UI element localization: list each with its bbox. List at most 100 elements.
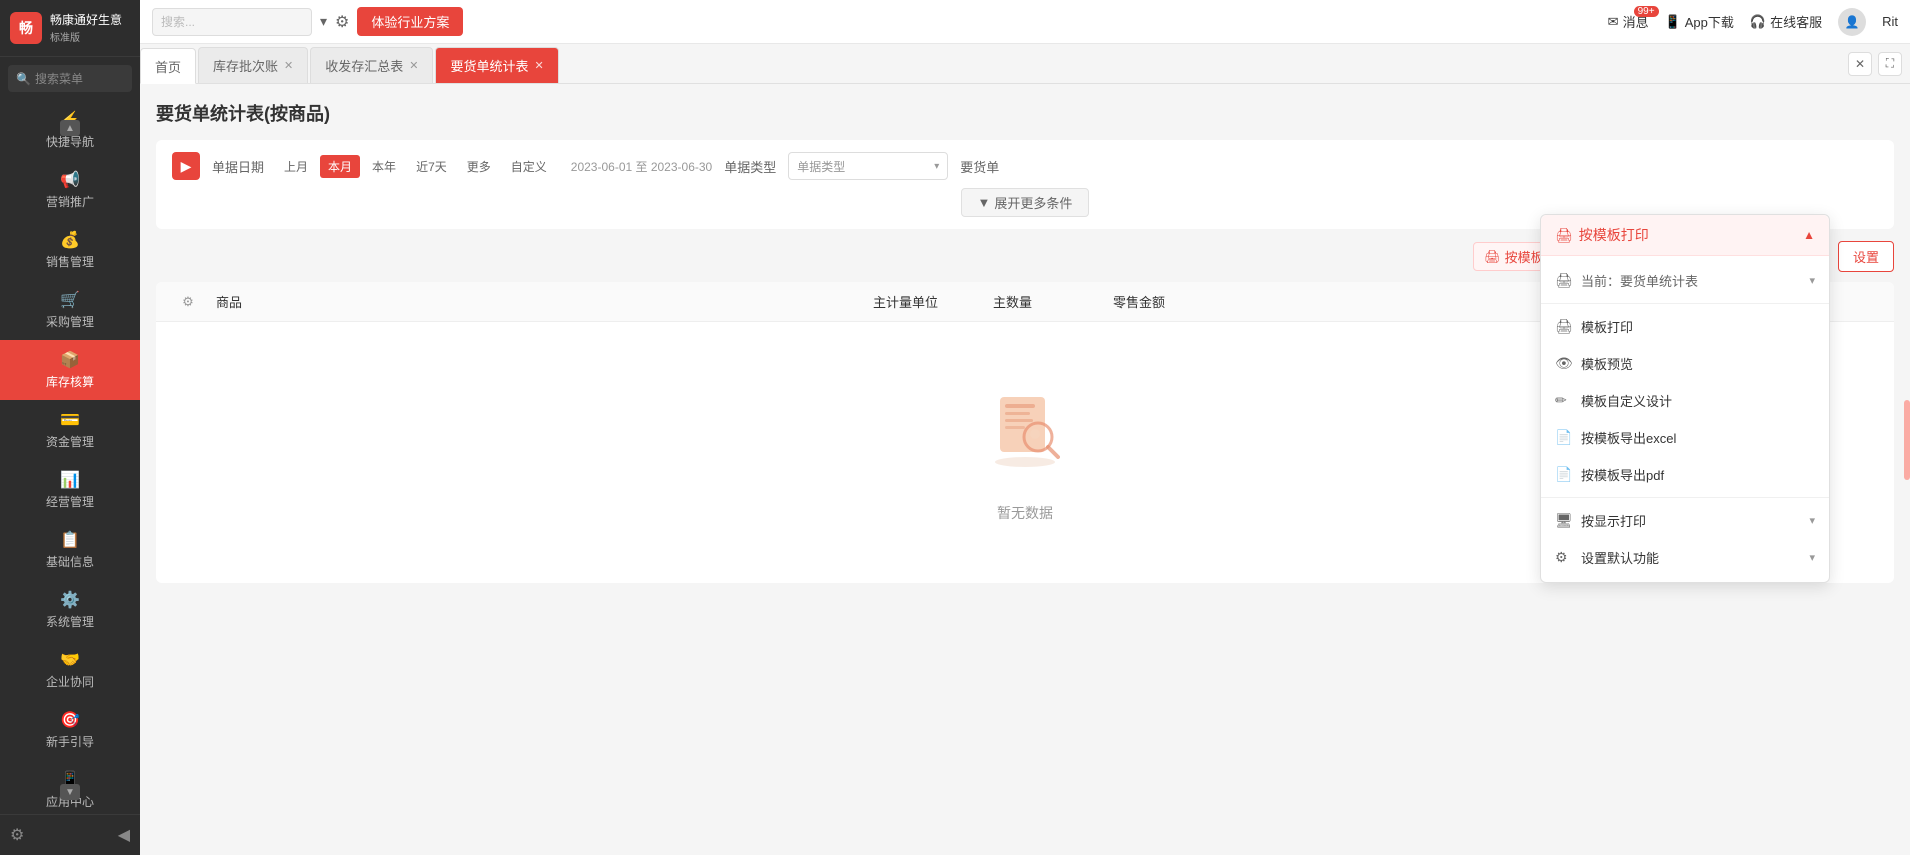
expand-more-button[interactable]: ▼ 展开更多条件 — [961, 188, 1090, 217]
table-col-quantity: 主数量 — [985, 282, 1105, 321]
type-select-arrow: ▾ — [934, 161, 939, 172]
sidebar-item-finance[interactable]: 💳 资金管理 — [0, 400, 140, 460]
scroll-indicator[interactable] — [1904, 400, 1910, 480]
app-logo-text: 畅康通好生意 标准版 — [50, 12, 122, 44]
tab-window-controls: ✕ ⛶ — [1848, 52, 1902, 76]
settings-footer-icon[interactable]: ⚙ — [10, 825, 24, 845]
operations-icon: 📊 — [60, 470, 80, 490]
display-print-item[interactable]: 🖥 按显示打印 ▾ — [1541, 502, 1829, 539]
print-current-template[interactable]: 🖨 当前：要货单统计表 ▾ — [1541, 262, 1829, 299]
date-filter-label: 单据日期 — [212, 157, 264, 176]
sidebar-logo: 畅 畅康通好生意 标准版 — [0, 0, 140, 57]
template-pdf-icon: 📄 — [1555, 466, 1573, 483]
template-design-item[interactable]: ✏ 模板自定义设计 — [1541, 382, 1829, 419]
display-print-icon: 🖥 — [1555, 512, 1573, 529]
system-icon: ⚙️ — [60, 590, 80, 610]
main-area: 搜索... ▾ ⚙ 体验行业方案 ✉ 消息 99+ 📱 App下载 🎧 在线客服… — [140, 0, 1910, 855]
topbar-gear-icon[interactable]: ⚙ — [335, 12, 349, 32]
tab-receipt-summary-close[interactable]: ✕ — [409, 59, 418, 72]
tab-batch-account[interactable]: 库存批次账 ✕ — [198, 47, 308, 83]
online-service-button[interactable]: 🎧 在线客服 — [1750, 12, 1822, 31]
finance-icon: 💳 — [60, 410, 80, 430]
sidebar-scroll-down[interactable]: ▼ — [60, 784, 80, 800]
template-print-icon: 🖨 — [1555, 318, 1573, 335]
sales-icon: 💰 — [60, 230, 80, 250]
topbar-search-box[interactable]: 搜索... — [152, 8, 312, 36]
current-template-icon: 🖨 — [1555, 272, 1573, 289]
template-print-item[interactable]: 🖨 模板打印 — [1541, 308, 1829, 345]
filter-row-2: ▼ 展开更多条件 — [172, 188, 1878, 217]
sidebar-item-basic[interactable]: 📋 基础信息 — [0, 520, 140, 580]
industry-solution-button[interactable]: 体验行业方案 — [357, 7, 463, 36]
tab-close-window-button[interactable]: ✕ — [1848, 52, 1872, 76]
tab-home[interactable]: 首页 — [140, 48, 196, 84]
default-settings-item[interactable]: ⚙ 设置默认功能 ▾ — [1541, 539, 1829, 576]
type-filter-select[interactable]: 单据类型 ▾ — [788, 152, 948, 180]
message-button[interactable]: ✉ 消息 99+ — [1608, 12, 1649, 31]
print-dropdown-panel: 🖨 按模板打印 ▲ 🖨 当前：要货单统计表 ▾ 🖨 模板打印 — [1540, 214, 1830, 583]
date-current-year-btn[interactable]: 本年 — [364, 155, 404, 178]
page-title: 要货单统计表(按商品) — [156, 100, 1894, 126]
tab-batch-account-close[interactable]: ✕ — [284, 59, 293, 72]
current-template-arrow: ▾ — [1809, 274, 1815, 287]
headset-icon: 🎧 — [1750, 14, 1766, 30]
sidebar-item-collab[interactable]: 🤝 企业协同 — [0, 640, 140, 700]
printer-icon: 🖨 — [1484, 249, 1501, 265]
empty-state-icon — [980, 382, 1070, 491]
sidebar-item-purchase[interactable]: 🛒 采购管理 — [0, 280, 140, 340]
sidebar-item-sales[interactable]: 💰 销售管理 — [0, 220, 140, 280]
template-preview-item[interactable]: 👁 模板预览 — [1541, 345, 1829, 382]
search-icon: 🔍 — [16, 72, 31, 86]
sidebar-item-guide[interactable]: 🎯 新手引导 — [0, 700, 140, 760]
sidebar-item-operations[interactable]: 📊 经营管理 — [0, 460, 140, 520]
filter-expand-toggle[interactable]: ▶ — [172, 152, 200, 180]
topbar: 搜索... ▾ ⚙ 体验行业方案 ✉ 消息 99+ 📱 App下载 🎧 在线客服… — [140, 0, 1910, 44]
print-dropdown-title-icon: 🖨 — [1555, 227, 1573, 244]
order-type-label: 要货单 — [960, 157, 999, 176]
template-design-icon: ✏ — [1555, 392, 1573, 409]
sidebar-item-marketing[interactable]: 📢 营销推广 — [0, 160, 140, 220]
tab-order-stats-close[interactable]: ✕ — [535, 59, 544, 72]
app-download-button[interactable]: 📱 App下载 — [1665, 12, 1734, 31]
date-last-7days-btn[interactable]: 近7天 — [408, 155, 455, 178]
display-print-arrow: ▾ — [1809, 514, 1815, 527]
date-last-month-btn[interactable]: 上月 — [276, 155, 316, 178]
purchase-icon: 🛒 — [60, 290, 80, 310]
date-more-btn[interactable]: 更多 — [459, 155, 499, 178]
sidebar-item-inventory[interactable]: 📦 库存核算 — [0, 340, 140, 400]
template-export-pdf-item[interactable]: 📄 按模板导出pdf — [1541, 456, 1829, 493]
empty-state-text: 暂无数据 — [997, 503, 1053, 523]
tab-order-stats[interactable]: 要货单统计表 ✕ — [435, 47, 558, 83]
settings-button[interactable]: 设置 — [1838, 241, 1894, 272]
app-logo-icon: 畅 — [10, 12, 42, 44]
print-dropdown-body: 🖨 当前：要货单统计表 ▾ 🖨 模板打印 👁 模板预览 ✏ 模板自定义设计 — [1541, 256, 1829, 582]
tab-bar: 首页 库存批次账 ✕ 收发存汇总表 ✕ 要货单统计表 ✕ ✕ ⛶ — [140, 44, 1910, 84]
template-preview-icon: 👁 — [1555, 355, 1573, 372]
print-dropdown-title: 🖨 按模板打印 — [1555, 225, 1649, 245]
basic-icon: 📋 — [60, 530, 80, 550]
default-settings-icon: ⚙ — [1555, 549, 1573, 566]
sidebar-nav: ⚡ 快捷导航 📢 营销推广 💰 销售管理 🛒 采购管理 📦 库存核算 💳 资金管… — [0, 100, 140, 814]
inventory-icon: 📦 — [60, 350, 80, 370]
sidebar-footer: ⚙ ◀ — [0, 814, 140, 855]
table-col-unit: 主计量单位 — [865, 282, 985, 321]
date-current-month-btn[interactable]: 本月 — [320, 155, 360, 178]
template-excel-icon: 📄 — [1555, 429, 1573, 446]
tab-maximize-button[interactable]: ⛶ — [1878, 52, 1902, 76]
page-content: 要货单统计表(按商品) ▶ 单据日期 上月 本月 本年 近7天 更多 自定义 2… — [140, 84, 1910, 855]
sidebar-item-system[interactable]: ⚙️ 系统管理 — [0, 580, 140, 640]
collapse-sidebar-icon[interactable]: ◀ — [118, 825, 130, 845]
table-col-settings[interactable]: ⚙ — [168, 282, 208, 321]
date-custom-btn[interactable]: 自定义 — [503, 155, 555, 178]
template-export-excel-item[interactable]: 📄 按模板导出excel — [1541, 419, 1829, 456]
print-divider-1 — [1541, 303, 1829, 304]
topbar-dropdown-arrow[interactable]: ▾ — [320, 13, 327, 30]
tab-receipt-summary[interactable]: 收发存汇总表 ✕ — [310, 47, 433, 83]
print-dropdown-collapse-arrow[interactable]: ▲ — [1803, 228, 1815, 242]
print-dropdown-header: 🖨 按模板打印 ▲ — [1541, 215, 1829, 256]
user-avatar[interactable]: 👤 — [1838, 8, 1866, 36]
app-download-icon: 📱 — [1665, 14, 1681, 30]
sidebar-scroll-up[interactable]: ▲ — [60, 120, 80, 136]
type-filter-label: 单据类型 — [724, 157, 776, 176]
sidebar-search[interactable]: 🔍 搜索菜单 — [8, 65, 132, 92]
